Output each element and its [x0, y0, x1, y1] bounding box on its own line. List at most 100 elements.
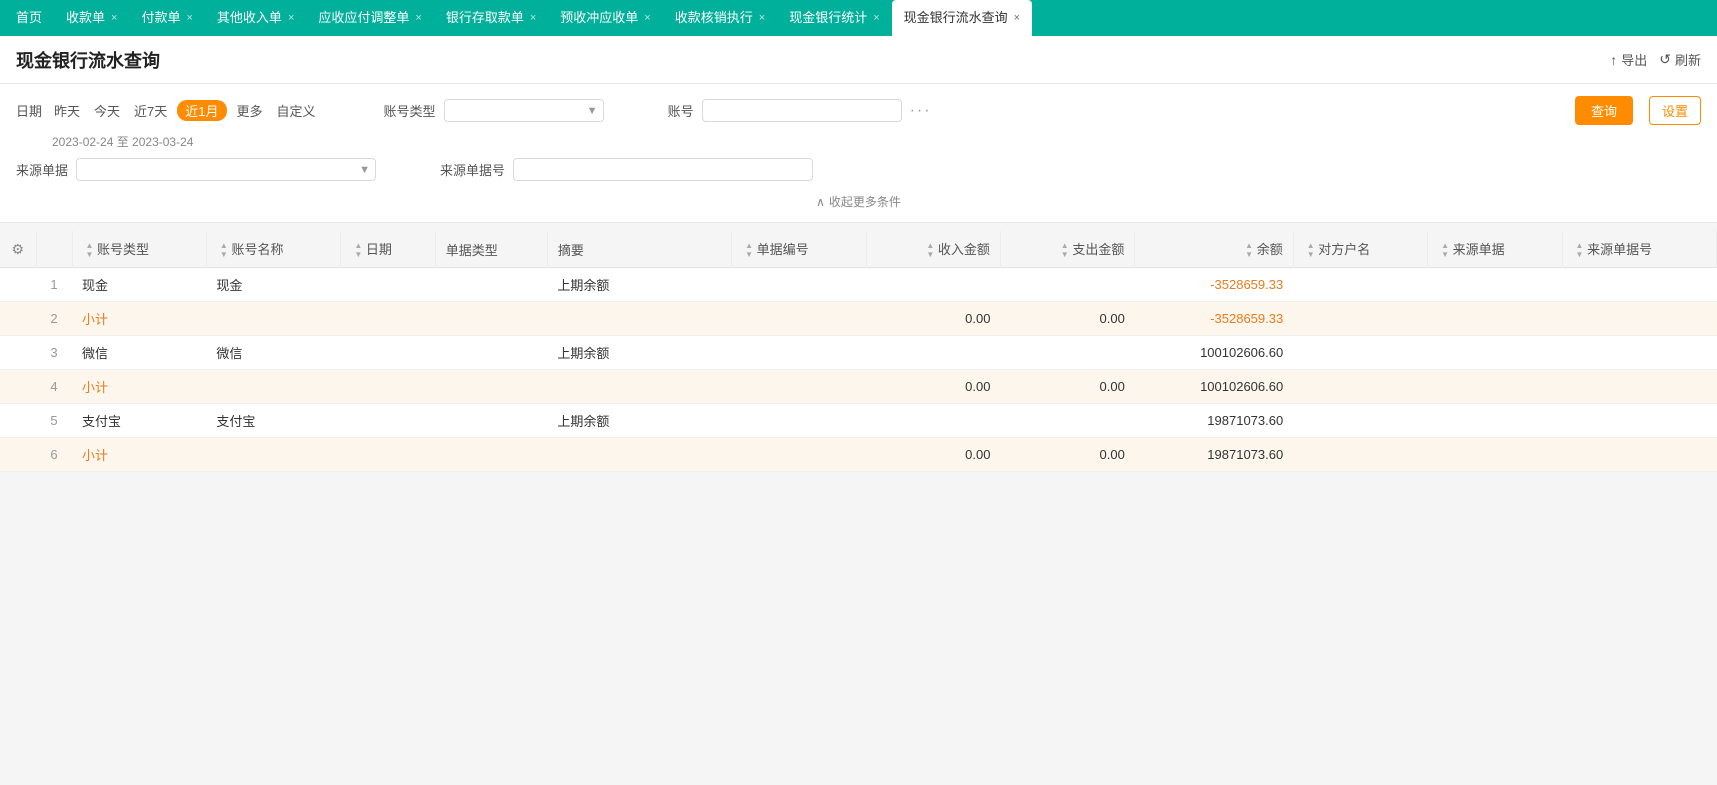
th-account-name[interactable]: ▲▼ 账号名称	[206, 231, 340, 268]
refresh-label: 刷新	[1675, 50, 1701, 69]
cell-row-num: 1	[36, 268, 72, 302]
nav-bank-flow[interactable]: 现金银行流水查询 ×	[892, 0, 1032, 36]
cell-doc-no	[732, 438, 866, 472]
sort-icon-doc-no: ▲▼	[745, 242, 753, 260]
date-1month[interactable]: 近1月	[177, 100, 226, 121]
th-row-num	[36, 231, 72, 268]
settings-button[interactable]: 设置	[1649, 96, 1701, 125]
close-collection-icon[interactable]: ×	[111, 0, 117, 36]
nav-home-label: 首页	[16, 0, 42, 36]
nav-payment[interactable]: 付款单 ×	[129, 0, 204, 36]
th-counterparty[interactable]: ▲▼ 对方户名	[1293, 231, 1427, 268]
date-yesterday[interactable]: 昨天	[50, 100, 84, 121]
sort-icon-date: ▲▼	[354, 242, 362, 260]
cell-account-type: 小计	[72, 370, 206, 404]
date-shortcuts: 昨天 今天 近7天 近1月 更多 自定义	[50, 100, 320, 121]
cell-income	[866, 336, 1000, 370]
collapse-bar[interactable]: ∧ 收起更多条件	[16, 189, 1701, 214]
nav-bank-stats-label: 现金银行统计	[789, 0, 867, 36]
query-button[interactable]: 查询	[1575, 96, 1633, 125]
date-custom[interactable]: 自定义	[273, 100, 320, 121]
nav-adjustment-label: 应收应付调整单	[318, 0, 409, 36]
nav-bank-flow-label: 现金银行流水查询	[904, 0, 1008, 36]
table-row[interactable]: 4 小计 0.00 0.00 100102606.60	[0, 370, 1717, 404]
cell-balance: 19871073.60	[1135, 438, 1293, 472]
nav-advance-offset[interactable]: 预收冲应收单 ×	[548, 0, 662, 36]
th-source-doc-no[interactable]: ▲▼ 来源单据号	[1562, 231, 1716, 268]
nav-collection[interactable]: 收款单 ×	[54, 0, 129, 36]
th-date-label: ▲▼ 日期	[351, 242, 392, 257]
cell-doc-type	[435, 268, 547, 302]
cell-counterparty	[1293, 438, 1427, 472]
th-account-type[interactable]: ▲▼ 账号类型	[72, 231, 206, 268]
cell-counterparty	[1293, 370, 1427, 404]
close-bank-deposit-icon[interactable]: ×	[530, 0, 536, 36]
th-doc-type: 单据类型	[435, 231, 547, 268]
cell-balance: -3528659.33	[1135, 302, 1293, 336]
date-today[interactable]: 今天	[90, 100, 124, 121]
cell-summary	[547, 438, 731, 472]
th-summary: 摘要	[547, 231, 731, 268]
cell-account-type: 小计	[72, 438, 206, 472]
th-income[interactable]: ▲▼ 收入金额	[866, 231, 1000, 268]
source-doc-select[interactable]	[76, 158, 376, 181]
nav-bank-stats[interactable]: 现金银行统计 ×	[777, 0, 891, 36]
close-bank-flow-icon[interactable]: ×	[1014, 0, 1020, 36]
close-bank-stats-icon[interactable]: ×	[873, 0, 879, 36]
th-settings[interactable]: ⚙	[0, 231, 36, 268]
table-row[interactable]: 6 小计 0.00 0.00 19871073.60	[0, 438, 1717, 472]
nav-writeoff[interactable]: 收款核销执行 ×	[663, 0, 777, 36]
cell-doc-no	[732, 404, 866, 438]
cell-counterparty	[1293, 336, 1427, 370]
table-row[interactable]: 3 微信 微信 上期余额 100102606.60	[0, 336, 1717, 370]
account-more-dots[interactable]: ···	[910, 102, 932, 120]
close-writeoff-icon[interactable]: ×	[759, 0, 765, 36]
date-7days[interactable]: 近7天	[130, 100, 171, 121]
cell-expense: 0.00	[1000, 370, 1134, 404]
close-adjustment-icon[interactable]: ×	[415, 0, 421, 36]
cell-row-num: 3	[36, 336, 72, 370]
cell-income: 0.00	[866, 438, 1000, 472]
nav-other-income[interactable]: 其他收入单 ×	[205, 0, 306, 36]
account-type-filter-group: 账号类型 ▼	[384, 99, 604, 122]
cell-source-doc-no	[1562, 370, 1716, 404]
export-label: 导出	[1621, 50, 1647, 69]
th-doc-no[interactable]: ▲▼ 单据编号	[732, 231, 866, 268]
th-expense[interactable]: ▲▼ 支出金额	[1000, 231, 1134, 268]
date-filter-group: 日期 昨天 今天 近7天 近1月 更多 自定义	[16, 100, 320, 121]
table-gear-icon[interactable]: ⚙	[11, 241, 24, 257]
cell-summary	[547, 370, 731, 404]
close-advance-offset-icon[interactable]: ×	[644, 0, 650, 36]
date-more[interactable]: 更多	[233, 100, 267, 121]
account-label: 账号	[668, 101, 694, 120]
cell-expense: 0.00	[1000, 302, 1134, 336]
account-input[interactable]	[702, 99, 902, 122]
nav-home[interactable]: 首页	[4, 0, 54, 36]
settings-group: 设置	[1649, 96, 1701, 125]
table-row[interactable]: 1 现金 现金 上期余额 -3528659.33	[0, 268, 1717, 302]
sort-icon-income: ▲▼	[926, 242, 934, 260]
table-row[interactable]: 2 小计 0.00 0.00 -3528659.33	[0, 302, 1717, 336]
cell-balance: 100102606.60	[1135, 370, 1293, 404]
nav-adjustment[interactable]: 应收应付调整单 ×	[306, 0, 433, 36]
cell-date	[341, 302, 435, 336]
th-account-type-label: ▲▼ 账号类型	[83, 242, 150, 257]
nav-bank-deposit[interactable]: 银行存取款单 ×	[434, 0, 548, 36]
th-source-doc[interactable]: ▲▼ 来源单据	[1428, 231, 1562, 268]
th-date[interactable]: ▲▼ 日期	[341, 231, 435, 268]
table-row[interactable]: 5 支付宝 支付宝 上期余额 19871073.60	[0, 404, 1717, 438]
export-button[interactable]: ↑ 导出	[1610, 50, 1647, 69]
refresh-button[interactable]: ↺ 刷新	[1659, 50, 1701, 69]
source-doc-num-input[interactable]	[513, 158, 813, 181]
th-doc-no-label: ▲▼ 单据编号	[742, 242, 809, 257]
account-type-select[interactable]	[444, 99, 604, 122]
cell-source-doc	[1428, 302, 1562, 336]
close-other-income-icon[interactable]: ×	[288, 0, 294, 36]
th-balance[interactable]: ▲▼ 余额	[1135, 231, 1293, 268]
close-payment-icon[interactable]: ×	[186, 0, 192, 36]
cell-expense	[1000, 404, 1134, 438]
cell-source-doc-no	[1562, 302, 1716, 336]
nav-collection-label: 收款单	[66, 0, 105, 36]
cell-account-name	[206, 302, 340, 336]
cell-doc-type	[435, 404, 547, 438]
